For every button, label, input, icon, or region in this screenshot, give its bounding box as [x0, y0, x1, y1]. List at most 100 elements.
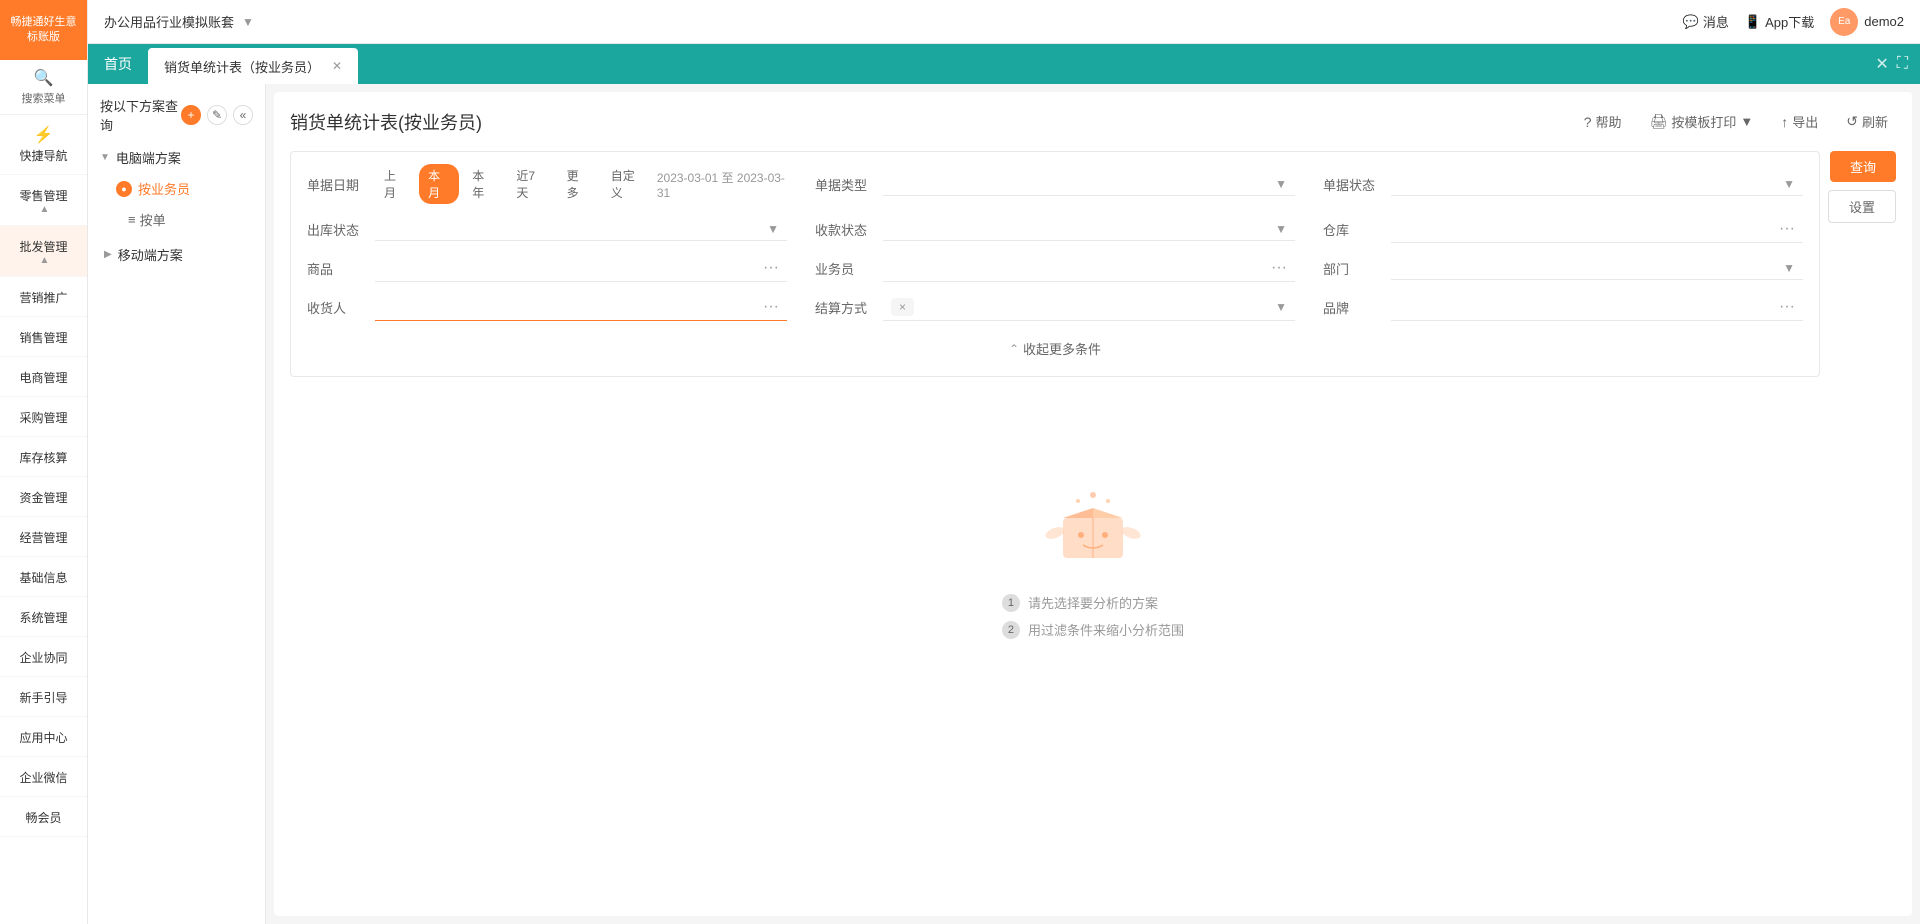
- member-label: 畅会员: [25, 809, 61, 826]
- salesperson-dots[interactable]: ···: [1271, 259, 1287, 277]
- sidebar-item-basic-info[interactable]: 基础信息: [0, 557, 87, 597]
- sales-label: 销售管理: [19, 329, 67, 346]
- filter-collection-status: 收款状态 ▼: [815, 218, 1295, 241]
- settlement-tag-close[interactable]: ×: [899, 300, 906, 314]
- add-scheme-button[interactable]: +: [181, 105, 201, 125]
- app-download-button[interactable]: 📱 App下载: [1745, 12, 1814, 31]
- sidebar-item-operations[interactable]: 经营管理: [0, 517, 87, 557]
- out-status-control[interactable]: ▼: [375, 218, 787, 241]
- tab-close-btn[interactable]: ✕: [1875, 54, 1888, 74]
- sidebar-item-ecommerce[interactable]: 电商管理: [0, 357, 87, 397]
- collection-status-dropdown-icon: ▼: [1275, 222, 1287, 236]
- sidebar-item-wechat[interactable]: 企业微信: [0, 757, 87, 797]
- warehouse-control[interactable]: ···: [1391, 216, 1803, 243]
- refresh-button[interactable]: ↺ 刷新: [1838, 108, 1896, 135]
- right-content: 销货单统计表(按业务员) ? 帮助 🖨 按模板打印 ▼ ↑ 导出: [274, 92, 1912, 916]
- purchase-label: 采购管理: [19, 409, 67, 426]
- tab-maximize-btn[interactable]: ⛶: [1897, 55, 1908, 73]
- user-name: demo2: [1864, 14, 1904, 29]
- doc-type-control[interactable]: ▼: [883, 173, 1295, 196]
- basic-info-label: 基础信息: [19, 569, 67, 586]
- department-dropdown-icon: ▼: [1783, 261, 1795, 275]
- desktop-section-arrow-icon: ▼: [100, 152, 110, 163]
- user-menu[interactable]: Ea demo2: [1830, 8, 1904, 36]
- tip-num-2: 2: [1002, 621, 1020, 639]
- brand-dots[interactable]: ···: [1779, 298, 1795, 316]
- tab-home[interactable]: 首页: [88, 44, 148, 84]
- empty-tip-2: 2 用过滤条件来缩小分析范围: [1002, 620, 1184, 639]
- warehouse-dots[interactable]: ···: [1779, 220, 1795, 238]
- operations-label: 经营管理: [19, 529, 67, 546]
- sidebar-item-member[interactable]: 畅会员: [0, 797, 87, 837]
- app-center-label: 应用中心: [19, 729, 67, 746]
- date-btn-7days[interactable]: 近7天: [507, 164, 553, 204]
- sidebar-item-quick-nav[interactable]: ⚡ 快捷导航: [0, 115, 87, 175]
- doc-status-control[interactable]: ▼: [1391, 173, 1803, 196]
- date-btn-this-year[interactable]: 本年: [463, 164, 503, 204]
- search-icon: 🔍: [34, 68, 54, 88]
- salesperson-control[interactable]: ···: [883, 255, 1295, 282]
- page-title: 销货单统计表(按业务员): [290, 109, 482, 135]
- sidebar-item-system[interactable]: 系统管理: [0, 597, 87, 637]
- export-icon: ↑: [1781, 114, 1788, 130]
- filter-brand: 品牌 ···: [1323, 294, 1803, 321]
- sidebar-item-sales[interactable]: 销售管理: [0, 317, 87, 357]
- sidebar-item-enterprise[interactable]: 企业协同: [0, 637, 87, 677]
- app-download-icon: 📱: [1745, 14, 1761, 30]
- goods-dots[interactable]: ···: [763, 259, 779, 277]
- refresh-icon: ↺: [1846, 113, 1858, 130]
- edit-scheme-button[interactable]: ✎: [207, 105, 227, 125]
- settlement-control[interactable]: × ▼: [883, 294, 1295, 321]
- brand-control[interactable]: ···: [1391, 294, 1803, 321]
- collapse-arrow-icon: ⌃: [1009, 342, 1019, 356]
- filter-doc-status: 单据状态 ▼: [1323, 173, 1803, 196]
- date-btn-this-month[interactable]: 本月: [419, 164, 459, 204]
- filter-date: 单据日期 上月 本月 本年 近7天 更多 自定义 2023-03-01 至 20…: [307, 164, 787, 204]
- doc-status-label: 单据状态: [1323, 175, 1383, 194]
- sidebar-search-item[interactable]: 🔍 搜索菜单: [0, 60, 87, 115]
- receiver-dots[interactable]: ···: [763, 298, 779, 316]
- template-print-button[interactable]: 🖨 按模板打印 ▼: [1642, 108, 1762, 135]
- department-control[interactable]: ▼: [1391, 257, 1803, 280]
- sidebar-item-app-center[interactable]: 应用中心: [0, 717, 87, 757]
- scheme-salesperson[interactable]: ● 按业务员: [88, 173, 265, 204]
- export-button[interactable]: ↑ 导出: [1773, 108, 1826, 135]
- receiver-control[interactable]: ···: [375, 294, 787, 321]
- empty-tip-1: 1 请先选择要分析的方案: [1002, 593, 1184, 612]
- collapse-panel-button[interactable]: «: [233, 105, 253, 125]
- goods-control[interactable]: ···: [375, 255, 787, 282]
- sidebar-item-purchase[interactable]: 采购管理: [0, 397, 87, 437]
- inventory-label: 库存核算: [19, 449, 67, 466]
- tab-sales-stats[interactable]: 销货单统计表（按业务员） ✕: [148, 48, 358, 84]
- sidebar-item-marketing[interactable]: 营销推广: [0, 277, 87, 317]
- setup-button[interactable]: 设置: [1828, 190, 1896, 223]
- add-icon: +: [187, 108, 194, 122]
- date-label: 单据日期: [307, 175, 367, 194]
- date-btn-last-month[interactable]: 上月: [375, 164, 415, 204]
- tip-2-text: 用过滤条件来缩小分析范围: [1028, 620, 1184, 639]
- salesperson-label: 业务员: [815, 259, 875, 278]
- filter-row-3: 商品 ··· 业务员 ···: [307, 255, 1803, 282]
- sidebar-item-retail[interactable]: 零售管理 ▲: [0, 175, 87, 226]
- ecommerce-label: 电商管理: [19, 369, 67, 386]
- quick-nav-label: 快捷导航: [19, 147, 67, 164]
- tab-close-icon[interactable]: ✕: [332, 59, 342, 73]
- sidebar-item-wholesale[interactable]: 批发管理 ▲: [0, 226, 87, 277]
- date-btn-custom[interactable]: 自定义: [602, 164, 653, 204]
- app-title-dropdown-icon[interactable]: ▼: [242, 15, 254, 29]
- marketing-label: 营销推广: [19, 289, 67, 306]
- date-btn-more[interactable]: 更多: [558, 164, 598, 204]
- system-label: 系统管理: [19, 609, 67, 626]
- message-button[interactable]: 💬 消息: [1683, 12, 1729, 31]
- sidebar-item-finance[interactable]: 资金管理: [0, 477, 87, 517]
- sidebar-item-newbie[interactable]: 新手引导: [0, 677, 87, 717]
- query-button[interactable]: 查询: [1830, 151, 1896, 182]
- scheme-by-order[interactable]: ≡ 按单: [88, 204, 265, 235]
- collapse-button[interactable]: ⌃ 收起更多条件: [307, 333, 1803, 364]
- settlement-label: 结算方式: [815, 298, 875, 317]
- desktop-section-header[interactable]: ▼ 电脑端方案: [88, 142, 265, 173]
- help-button[interactable]: ? 帮助: [1576, 108, 1630, 135]
- collection-status-control[interactable]: ▼: [883, 218, 1295, 241]
- mobile-section-header[interactable]: ▶ 移动端方案: [88, 239, 265, 270]
- sidebar-item-inventory[interactable]: 库存核算: [0, 437, 87, 477]
